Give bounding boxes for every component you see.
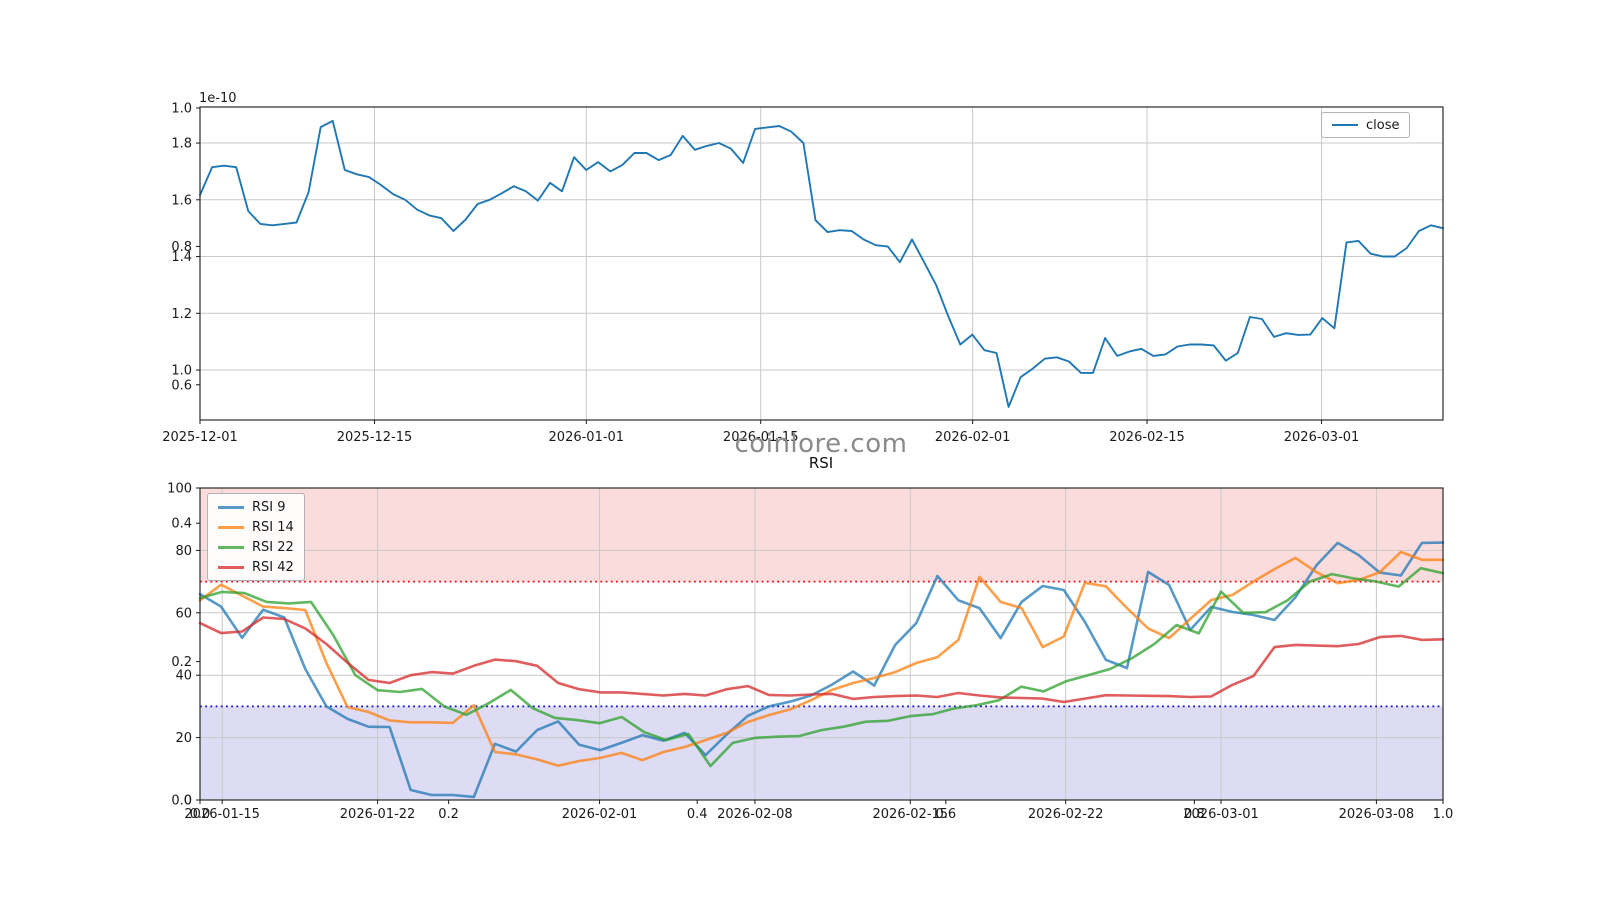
y-tick-label: 1.8: [171, 137, 192, 152]
rsi9-line-sample: [218, 505, 244, 509]
y-tick-label: 1.2: [171, 307, 192, 322]
rsi-chart-title: RSI: [808, 454, 834, 472]
y-tick-label: 40: [175, 669, 192, 684]
overlay-y-tick-label: 0.8: [171, 240, 192, 255]
rsi22-line-sample: [218, 545, 244, 549]
x-tick-label: 2026-02-08: [717, 807, 793, 822]
legend-label: RSI 9: [252, 499, 286, 515]
x-tick-label: 2026-02-01: [562, 807, 638, 822]
figure-canvas: 2025-12-01 2025-12-15 2026-01-01 2026-01-15…: [0, 0, 1600, 900]
legend-entry-rsi14: RSI 14: [208, 517, 304, 537]
x-tick-label: 2026-01-22: [340, 807, 416, 822]
legend-entry-rsi42: RSI 42: [208, 557, 304, 577]
price-legend: close: [1321, 112, 1411, 138]
overlay-x-tick-label: 0.6: [935, 807, 956, 822]
rsi-legend: RSI 9 RSI 14 RSI 22 RSI 42: [207, 493, 305, 581]
rsi42-line-sample: [218, 565, 244, 569]
y-tick-label: 1.6: [171, 193, 192, 208]
rsi14-line-sample: [218, 525, 244, 529]
legend-entry-rsi9: RSI 9: [208, 497, 304, 517]
overlay-x-tick-label: 0.2: [438, 807, 459, 822]
legend-label: RSI 22: [252, 539, 294, 555]
x-tick-label: 2026-03-08: [1339, 807, 1415, 822]
overlay-y-tick-label: 0.4: [171, 517, 192, 532]
overlay-x-tick-label: 0.0: [190, 807, 211, 822]
y-tick-label: 1.0: [171, 364, 192, 379]
y-tick-label: 80: [175, 544, 192, 559]
legend-entry-rsi22: RSI 22: [208, 537, 304, 557]
y-tick-label: 60: [175, 606, 192, 621]
overlay-x-tick-label: 0.8: [1184, 807, 1205, 822]
overlay-y-tick-label: 0.6: [171, 378, 192, 393]
y-tick-label: 100: [167, 482, 192, 497]
x-tick-label: 2026-02-22: [1028, 807, 1104, 822]
overlay-x-tick-label: 0.4: [687, 807, 708, 822]
overlay-y-tick-label: 1.0: [171, 102, 192, 117]
axes-spines: [199, 106, 1444, 421]
y-tick-label: 20: [175, 731, 192, 746]
series-close: [199, 119, 1444, 408]
legend-entry-close: close: [1322, 115, 1409, 135]
legend-label: RSI 14: [252, 519, 294, 535]
close-line-sample: [1332, 124, 1358, 126]
legend-label: RSI 42: [252, 559, 294, 575]
overlay-y-tick-label: 0.2: [171, 655, 192, 670]
overlay-x-tick-label: 1.0: [1433, 807, 1454, 822]
overbought-zone: [200, 488, 1443, 582]
legend-label: close: [1366, 117, 1400, 133]
y-axis-offset-label: 1e-10: [199, 91, 237, 106]
